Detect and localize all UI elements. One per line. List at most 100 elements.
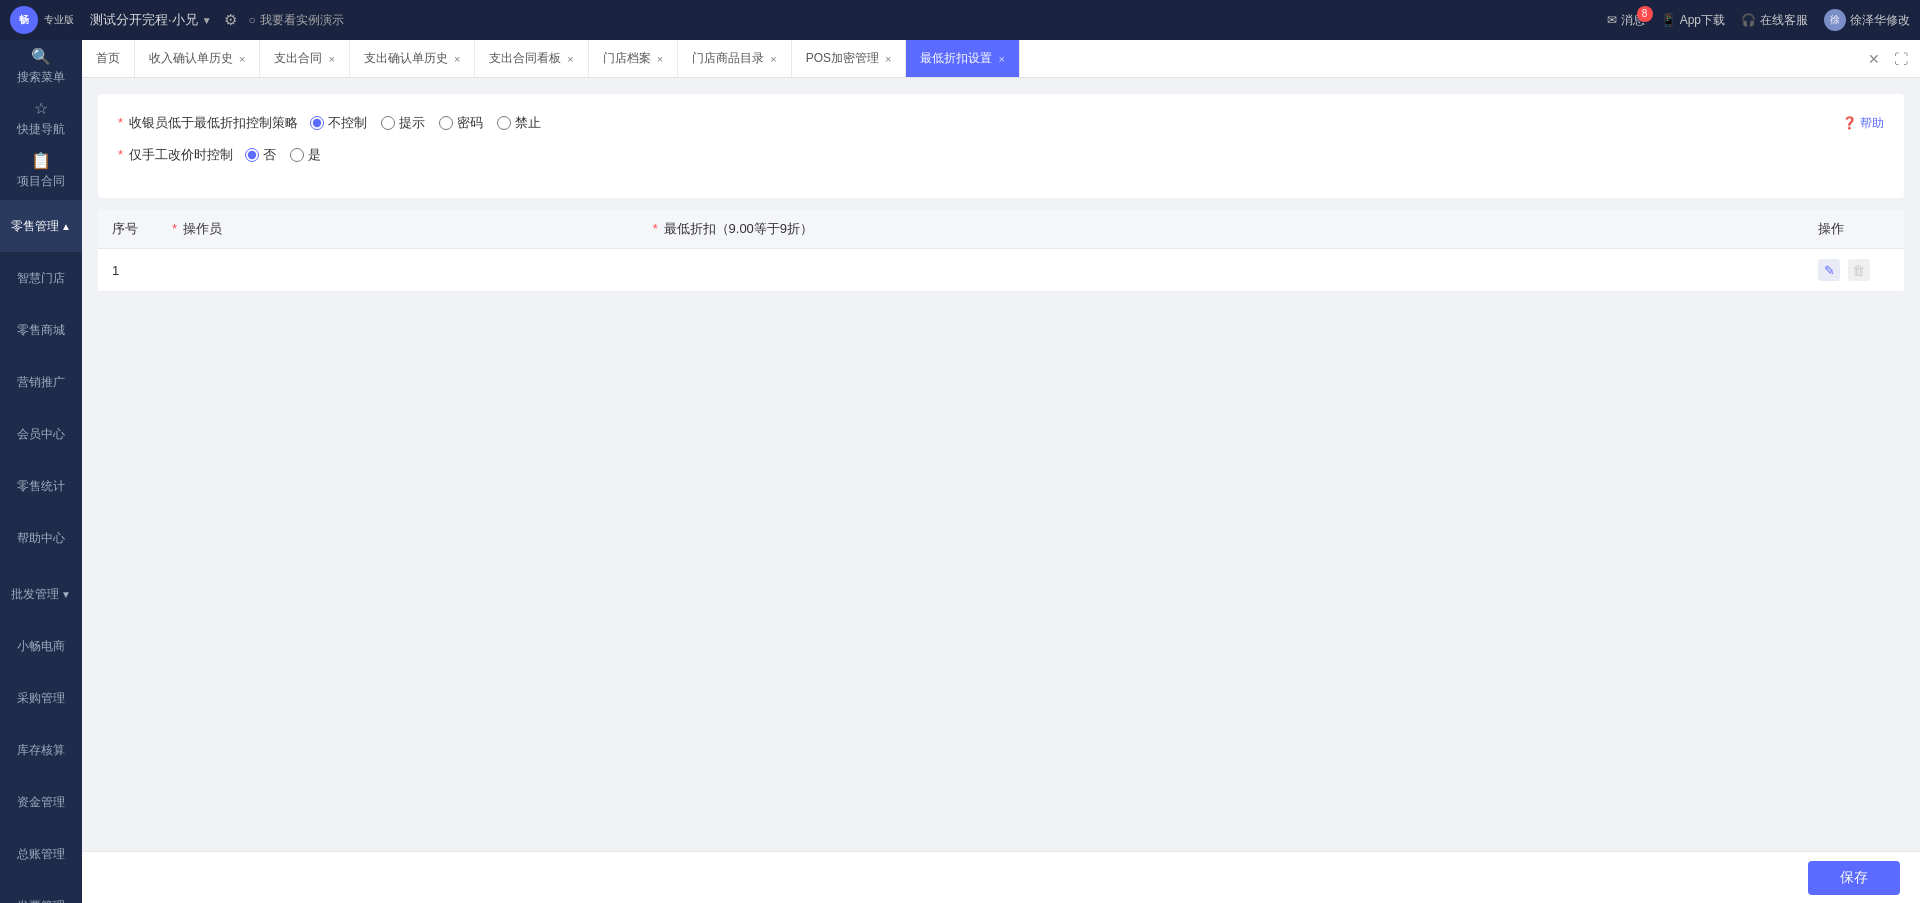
tab-store-goods-label: 门店商品目录 <box>692 50 764 67</box>
manual-label: * 仅手工改价时控制 <box>118 146 233 164</box>
tab-pay-contract[interactable]: 支出合同 × <box>260 40 349 77</box>
sidebar-label-inventory: 库存核算 <box>17 742 65 759</box>
tab-pay-contract-board[interactable]: 支出合同看板 × <box>475 40 588 77</box>
policy-option-forbid[interactable]: 禁止 <box>497 114 541 132</box>
tab-expand-button[interactable]: ⛶ <box>1890 49 1912 69</box>
manual-option-yes-label: 是 <box>308 146 321 164</box>
tab-pay-contract-close[interactable]: × <box>328 53 334 65</box>
sidebar-item-online-store[interactable]: 零售商城 <box>0 304 82 356</box>
sidebar-label-online-store: 零售商城 <box>17 322 65 339</box>
sidebar-label-members: 会员中心 <box>17 426 65 443</box>
sidebar-item-shortcuts[interactable]: ☆ 快捷导航 <box>0 92 82 144</box>
policy-option-none-label: 不控制 <box>328 114 367 132</box>
tab-store-file[interactable]: 门店档案 × <box>589 40 678 77</box>
tab-pos-manage-close[interactable]: × <box>885 53 891 65</box>
sidebar-label-help: 帮助中心 <box>17 530 65 547</box>
tab-pay-confirm-history[interactable]: 支出确认单历史 × <box>350 40 475 77</box>
delete-icon[interactable]: 🗑 <box>1848 259 1870 281</box>
sidebar-item-members[interactable]: 会员中心 <box>0 408 82 460</box>
page-footer: 保存 <box>82 851 1920 903</box>
sidebar-item-help[interactable]: 帮助中心 <box>0 512 82 564</box>
sidebar-item-invoice[interactable]: 发票管理 <box>0 880 82 903</box>
tab-min-discount-label: 最低折扣设置 <box>920 50 992 67</box>
tab-income-history-close[interactable]: × <box>239 53 245 65</box>
logo-icon: 畅 <box>10 6 38 34</box>
file-icon: 📋 <box>31 151 51 170</box>
demo-link[interactable]: ○ 我要看实例演示 <box>249 12 344 29</box>
tab-min-discount[interactable]: 最低折扣设置 × <box>906 40 1019 77</box>
tab-bar: 首页 收入确认单历史 × 支出合同 × 支出确认单历史 × 支出合同看板 × 门… <box>82 40 1920 78</box>
policy-option-hint-label: 提示 <box>399 114 425 132</box>
help-button[interactable]: ❓ 帮助 <box>1842 115 1884 132</box>
tab-income-history-label: 收入确认单历史 <box>149 50 233 67</box>
tab-store-file-label: 门店档案 <box>603 50 651 67</box>
sidebar-item-finance[interactable]: 资金管理 <box>0 776 82 828</box>
tab-pay-confirm-history-close[interactable]: × <box>454 53 460 65</box>
sidebar-label-ecommerce: 小畅电商 <box>17 638 65 655</box>
chevron-down-icon: ▼ <box>202 15 212 26</box>
tab-store-file-close[interactable]: × <box>657 53 663 65</box>
sidebar-item-inventory[interactable]: 库存核算 <box>0 724 82 776</box>
top-bar: 畅 专业版 测试分开完程·小兄 ▼ ⚙ ○ 我要看实例演示 ✉ 消息 8 📱 A… <box>0 0 1920 40</box>
required-star2: * <box>118 147 123 162</box>
sidebar-item-retail[interactable]: 零售管理 ▲ <box>0 200 82 252</box>
sidebar-item-projects[interactable]: 📋 项目合同 <box>0 144 82 196</box>
policy-option-hint[interactable]: 提示 <box>381 114 425 132</box>
message-button[interactable]: ✉ 消息 8 <box>1607 12 1645 29</box>
avatar: 徐 <box>1824 9 1846 31</box>
tab-min-discount-close[interactable]: × <box>998 53 1004 65</box>
cell-min-discount <box>639 249 1804 292</box>
tab-pos-manage[interactable]: POS加密管理 × <box>792 40 907 77</box>
sidebar-item-wholesale[interactable]: 批发管理 ▼ <box>0 568 82 620</box>
tab-home[interactable]: 首页 <box>82 40 135 77</box>
circle-play-icon: ○ <box>249 13 256 27</box>
sidebar-label-shortcuts: 快捷导航 <box>17 121 65 138</box>
sidebar-item-smart-store[interactable]: 智慧门店 <box>0 252 82 304</box>
tab-close-button[interactable]: ✕ <box>1864 49 1884 69</box>
policy-radio-hint[interactable] <box>381 116 395 130</box>
policy-option-password-label: 密码 <box>457 114 483 132</box>
top-bar-right: ✉ 消息 8 📱 App下载 🎧 在线客服 徐 徐泽华修改 <box>1607 9 1910 31</box>
manual-radio-yes[interactable] <box>290 148 304 162</box>
sidebar-item-ecommerce[interactable]: 小畅电商 <box>0 620 82 672</box>
edit-icon[interactable]: ✎ <box>1818 259 1840 281</box>
manual-option-yes[interactable]: 是 <box>290 146 321 164</box>
online-service-button[interactable]: 🎧 在线客服 <box>1741 12 1808 29</box>
tab-pay-confirm-history-label: 支出确认单历史 <box>364 50 448 67</box>
settings-icon[interactable]: ⚙ <box>224 11 237 29</box>
policy-radio-forbid[interactable] <box>497 116 511 130</box>
app-download-button[interactable]: 📱 App下载 <box>1661 12 1725 29</box>
sidebar-item-purchase[interactable]: 采购管理 <box>0 672 82 724</box>
policy-radio-password[interactable] <box>439 116 453 130</box>
sidebar-label-wholesale: 批发管理 <box>11 586 59 603</box>
policy-label: * 收银员低于最低折扣控制策略 <box>118 114 298 132</box>
sidebar-label-retail-stats: 零售统计 <box>17 478 65 495</box>
manual-radio-no[interactable] <box>245 148 259 162</box>
sidebar-item-marketing[interactable]: 营销推广 <box>0 356 82 408</box>
chevron-down-icon2: ▼ <box>61 589 71 600</box>
tab-pay-contract-board-close[interactable]: × <box>567 53 573 65</box>
policy-option-password[interactable]: 密码 <box>439 114 483 132</box>
data-table-wrap: 序号 * 操作员 * 最低折扣（9.00等于9折） 操作 <box>98 210 1904 292</box>
policy-radio-none[interactable] <box>310 116 324 130</box>
policy-option-none[interactable]: 不控制 <box>310 114 367 132</box>
manual-option-no[interactable]: 否 <box>245 146 276 164</box>
app-download-label: App下载 <box>1680 12 1725 29</box>
data-table: 序号 * 操作员 * 最低折扣（9.00等于9折） 操作 <box>98 210 1904 292</box>
sidebar-item-ledger[interactable]: 总账管理 <box>0 828 82 880</box>
sidebar-item-retail-stats[interactable]: 零售统计 <box>0 460 82 512</box>
manual-radio-group: 否 是 <box>245 146 321 164</box>
project-selector[interactable]: 测试分开完程·小兄 ▼ <box>90 11 212 29</box>
table-header-row: 序号 * 操作员 * 最低折扣（9.00等于9折） 操作 <box>98 210 1904 249</box>
tab-store-goods[interactable]: 门店商品目录 × <box>678 40 791 77</box>
tab-income-history[interactable]: 收入确认单历史 × <box>135 40 260 77</box>
user-profile-button[interactable]: 徐 徐泽华修改 <box>1824 9 1910 31</box>
sidebar-item-search[interactable]: 🔍 搜索菜单 <box>0 40 82 92</box>
save-button[interactable]: 保存 <box>1808 861 1900 895</box>
sidebar: 🔍 搜索菜单 ☆ 快捷导航 📋 项目合同 零售管理 ▲ 智慧门店 零售商城 营销… <box>0 40 82 903</box>
tab-controls: ✕ ⛶ <box>1856 49 1920 69</box>
help-label: 帮助 <box>1860 115 1884 132</box>
tab-pay-contract-board-label: 支出合同看板 <box>489 50 561 67</box>
tab-pos-manage-label: POS加密管理 <box>806 50 879 67</box>
tab-store-goods-close[interactable]: × <box>770 53 776 65</box>
